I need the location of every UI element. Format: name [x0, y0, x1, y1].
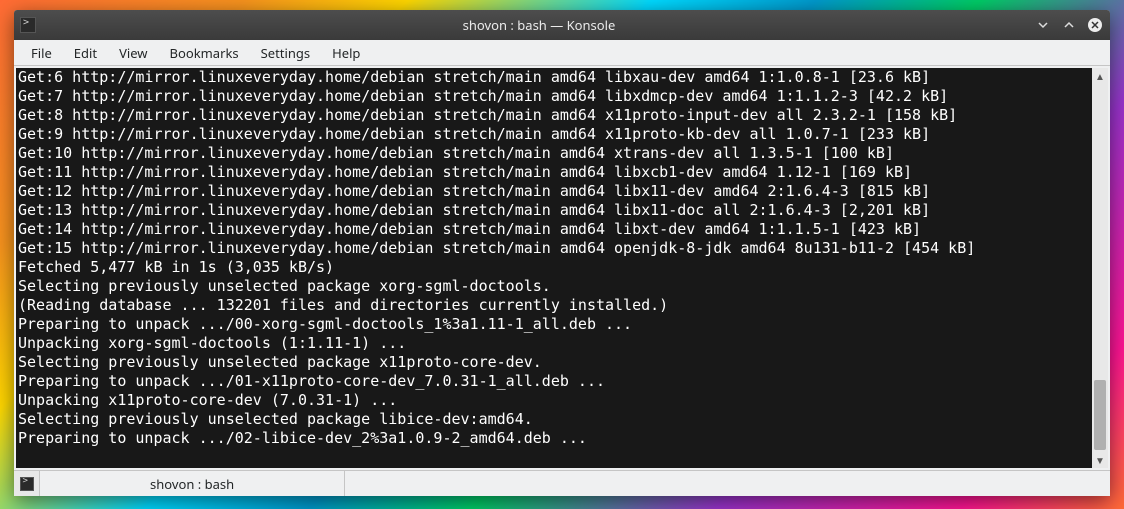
tab-label: shovon : bash [150, 475, 234, 493]
scroll-down-arrow[interactable]: ▼ [1092, 452, 1108, 468]
konsole-window: shovon : bash — Konsole File Edit View B… [14, 10, 1110, 496]
scroll-thumb[interactable] [1094, 380, 1106, 450]
close-icon [1087, 17, 1103, 33]
window-controls [1034, 16, 1104, 34]
maximize-button[interactable] [1060, 16, 1078, 34]
app-icon [20, 17, 36, 33]
menu-help[interactable]: Help [321, 41, 371, 65]
menu-settings[interactable]: Settings [250, 41, 321, 65]
menubar: File Edit View Bookmarks Settings Help [14, 40, 1110, 66]
scroll-up-arrow[interactable]: ▲ [1092, 68, 1108, 84]
menu-edit[interactable]: Edit [63, 41, 108, 65]
terminal-area[interactable]: Get:6 http://mirror.linuxeveryday.home/d… [16, 68, 1108, 468]
titlebar[interactable]: shovon : bash — Konsole [14, 10, 1110, 40]
terminal-icon [20, 477, 34, 491]
minimize-button[interactable] [1034, 16, 1052, 34]
chevron-up-icon [1061, 17, 1077, 33]
menu-file[interactable]: File [20, 41, 63, 65]
new-tab-button[interactable] [14, 471, 40, 496]
menu-view[interactable]: View [108, 41, 158, 65]
scrollbar[interactable]: ▲ ▼ [1092, 68, 1108, 468]
tabbar: shovon : bash [14, 470, 1110, 496]
menu-bookmarks[interactable]: Bookmarks [159, 41, 250, 65]
window-title: shovon : bash — Konsole [44, 16, 1034, 34]
chevron-down-icon [1035, 17, 1051, 33]
tab-active[interactable]: shovon : bash [40, 471, 345, 496]
close-button[interactable] [1086, 16, 1104, 34]
terminal-output[interactable]: Get:6 http://mirror.linuxeveryday.home/d… [16, 68, 1092, 468]
